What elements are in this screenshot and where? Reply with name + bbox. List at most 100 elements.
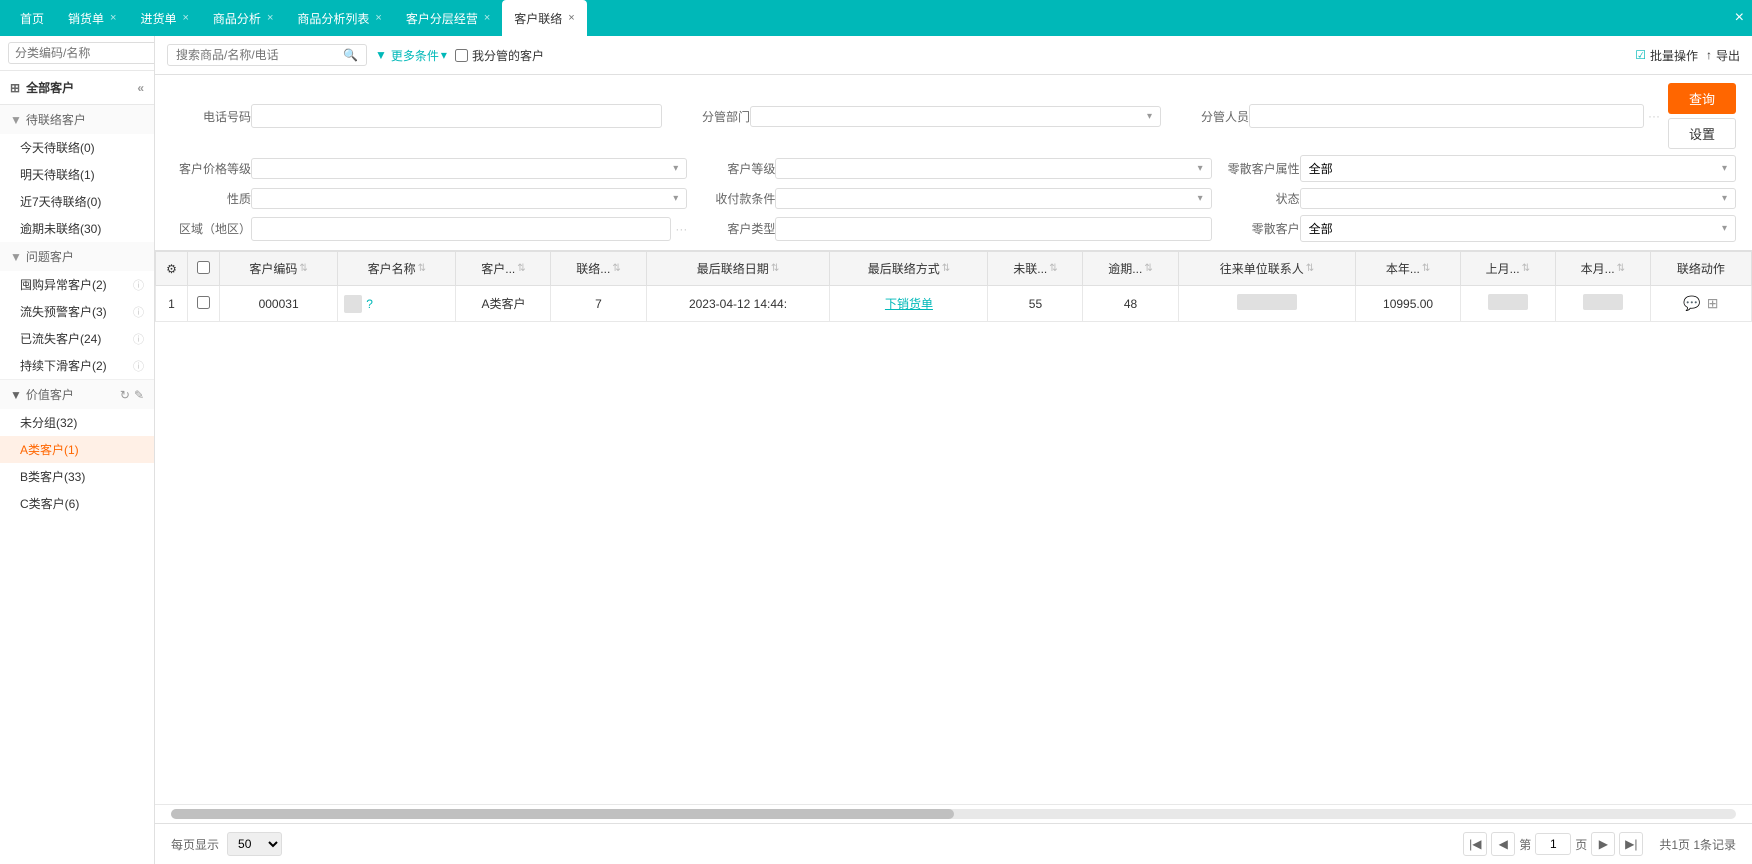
nav-tab-customer-segment-close[interactable]: ×: [484, 12, 490, 24]
nav-tab-goods-analysis[interactable]: 商品分析 ×: [201, 0, 285, 36]
sidebar-search-input[interactable]: [8, 42, 155, 64]
refresh-icon[interactable]: ↻: [120, 388, 130, 402]
nav-tab-sales[interactable]: 销货单 ×: [56, 0, 128, 36]
th-year-amt[interactable]: 本年...⇅: [1356, 252, 1460, 286]
th-this-month[interactable]: 本月...⇅: [1555, 252, 1650, 286]
nav-tab-customer-segment[interactable]: 客户分层经营 ×: [394, 0, 502, 36]
th-check-all[interactable]: [197, 261, 210, 274]
th-contact[interactable]: 联络...⇅: [551, 252, 646, 286]
row-action-qr[interactable]: ⊞: [1707, 295, 1719, 312]
th-name[interactable]: 客户名称⇅: [338, 252, 456, 286]
td-overdue: 48: [1083, 286, 1178, 322]
filter-select-scatterprop[interactable]: 全部 ▾: [1300, 155, 1736, 182]
th-level[interactable]: 客户...⇅: [456, 252, 551, 286]
filter-input-customertype[interactable]: [775, 217, 1211, 241]
nav-tab-customer-contact[interactable]: 客户联络 ×: [502, 0, 586, 36]
per-page-select[interactable]: 50 100 200: [227, 832, 282, 856]
sidebar-item-abnormal[interactable]: 囤购异常客户(2) ⓘ: [0, 271, 154, 298]
sidebar-item-b[interactable]: B类客户(33): [0, 463, 154, 490]
page-input[interactable]: [1535, 833, 1571, 855]
td-last-method: 下销货单: [830, 286, 988, 322]
sidebar-item-7days[interactable]: 近7天待联络(0): [0, 188, 154, 215]
sidebar-collapse-btn[interactable]: «: [137, 81, 144, 95]
filter-select-customergrade[interactable]: ▾: [775, 158, 1211, 179]
sidebar-item-lost[interactable]: 已流失客户(24) ⓘ: [0, 325, 154, 352]
filter-dots-region[interactable]: ···: [675, 222, 687, 236]
nav-tab-sales-close[interactable]: ×: [110, 12, 116, 24]
more-filters-btn[interactable]: ▼ 更多条件 ▾: [375, 47, 447, 64]
nav-close-all[interactable]: ×: [1735, 9, 1744, 27]
th-last-month[interactable]: 上月...⇅: [1460, 252, 1555, 286]
th-code[interactable]: 客户编码⇅: [220, 252, 338, 286]
sort-icon-year-amt: ⇅: [1422, 263, 1430, 274]
sidebar-all-customers[interactable]: ⊞ 全部客户 «: [0, 71, 154, 105]
sort-icon-last-method: ⇅: [942, 263, 950, 274]
filter-input-manager[interactable]: [1249, 104, 1644, 128]
th-overdue[interactable]: 逾期...⇅: [1083, 252, 1178, 286]
batch-op-btn[interactable]: ☑ 批量操作: [1635, 47, 1698, 64]
nav-tab-customer-contact-close[interactable]: ×: [568, 12, 574, 24]
sidebar-item-c-label: C类客户(6): [20, 495, 79, 512]
th-settings[interactable]: ⚙: [156, 252, 188, 286]
sidebar-item-overdue[interactable]: 逾期未联络(30): [0, 215, 154, 242]
filter-dots-manager[interactable]: ···: [1648, 109, 1660, 123]
info-icon1: ⓘ: [133, 277, 144, 293]
sidebar-item-today[interactable]: 今天待联络(0): [0, 134, 154, 161]
th-contact2[interactable]: 往来单位联系人⇅: [1178, 252, 1356, 286]
filter-select-payment[interactable]: ▾: [775, 188, 1211, 209]
filter-select-status[interactable]: ▾: [1300, 188, 1736, 209]
sidebar-item-a-label: A类客户(1): [20, 441, 79, 458]
filter-group-payment: 收付款条件 ▾: [695, 188, 1211, 209]
last-page-btn[interactable]: ▶|: [1619, 832, 1643, 856]
nav-tab-home[interactable]: 首页: [8, 0, 56, 36]
row-name[interactable]: ?: [366, 297, 373, 311]
query-button[interactable]: 查询: [1668, 83, 1736, 114]
next-page-btn[interactable]: ▶: [1591, 832, 1615, 856]
sidebar-section-problem[interactable]: ▼ 问题客户: [0, 242, 154, 271]
filter-select-pricegrade[interactable]: ▾: [251, 158, 687, 179]
edit-icon[interactable]: ✎: [134, 388, 144, 402]
th-uncontacted[interactable]: 未联...⇅: [988, 252, 1083, 286]
nav-tab-customer-segment-label: 客户分层经营: [406, 10, 478, 27]
nav-tab-goods-list[interactable]: 商品分析列表 ×: [285, 0, 393, 36]
nav-tab-goods-analysis-close[interactable]: ×: [267, 12, 273, 24]
fake-scrollbar: [171, 809, 1736, 819]
sidebar-item-c[interactable]: C类客户(6): [0, 490, 154, 517]
sidebar-item-tomorrow[interactable]: 明天待联络(1): [0, 161, 154, 188]
sidebar-item-a[interactable]: A类客户(1): [0, 436, 154, 463]
filter-search-icon[interactable]: 🔍: [343, 48, 358, 62]
row-year-amt: 10995.00: [1383, 297, 1433, 311]
sidebar-item-warning[interactable]: 流失预警客户(3) ⓘ: [0, 298, 154, 325]
my-customers-check[interactable]: 我分管的客户: [455, 47, 544, 64]
sort-icon-level: ⇅: [517, 263, 525, 274]
nav-tab-purchase-close[interactable]: ×: [182, 12, 188, 24]
th-last-date[interactable]: 最后联络日期⇅: [646, 252, 830, 286]
sidebar-section-pending[interactable]: ▼ 待联络客户: [0, 105, 154, 134]
row-action-message[interactable]: 💬: [1683, 295, 1700, 312]
nav-tab-goods-list-close[interactable]: ×: [375, 12, 381, 24]
row-last-method[interactable]: 下销货单: [885, 297, 933, 311]
filter-input-region[interactable]: [251, 217, 671, 241]
first-page-btn[interactable]: |◀: [1463, 832, 1487, 856]
export-btn[interactable]: ↑ 导出: [1706, 47, 1740, 64]
filter-select-dept[interactable]: ▾: [750, 106, 1161, 127]
th-checkbox: [188, 252, 220, 286]
filter-search-input[interactable]: [176, 48, 343, 62]
filter-select-scatter[interactable]: 全部 ▾: [1300, 215, 1736, 242]
td-row-actions: 💬 ⊞: [1650, 286, 1751, 322]
setting-button[interactable]: 设置: [1668, 118, 1736, 149]
row-level: A类客户: [481, 297, 525, 311]
filter-label-phone: 电话号码: [171, 108, 251, 125]
nav-tab-purchase[interactable]: 进货单 ×: [128, 0, 200, 36]
th-last-method[interactable]: 最后联络方式⇅: [830, 252, 988, 286]
fake-scrollbar-thumb[interactable]: [171, 809, 954, 819]
filter-input-phone[interactable]: [251, 104, 662, 128]
nav-tab-home-label: 首页: [20, 10, 44, 27]
filter-select-nature[interactable]: ▾: [251, 188, 687, 209]
sidebar-item-declining[interactable]: 持续下滑客户(2) ⓘ: [0, 352, 154, 379]
sidebar-item-ungroup[interactable]: 未分组(32): [0, 409, 154, 436]
chevron-down-icon: ▾: [1147, 111, 1152, 122]
my-customers-checkbox[interactable]: [455, 49, 468, 62]
row-checkbox[interactable]: [197, 296, 210, 309]
prev-page-btn[interactable]: ◀: [1491, 832, 1515, 856]
